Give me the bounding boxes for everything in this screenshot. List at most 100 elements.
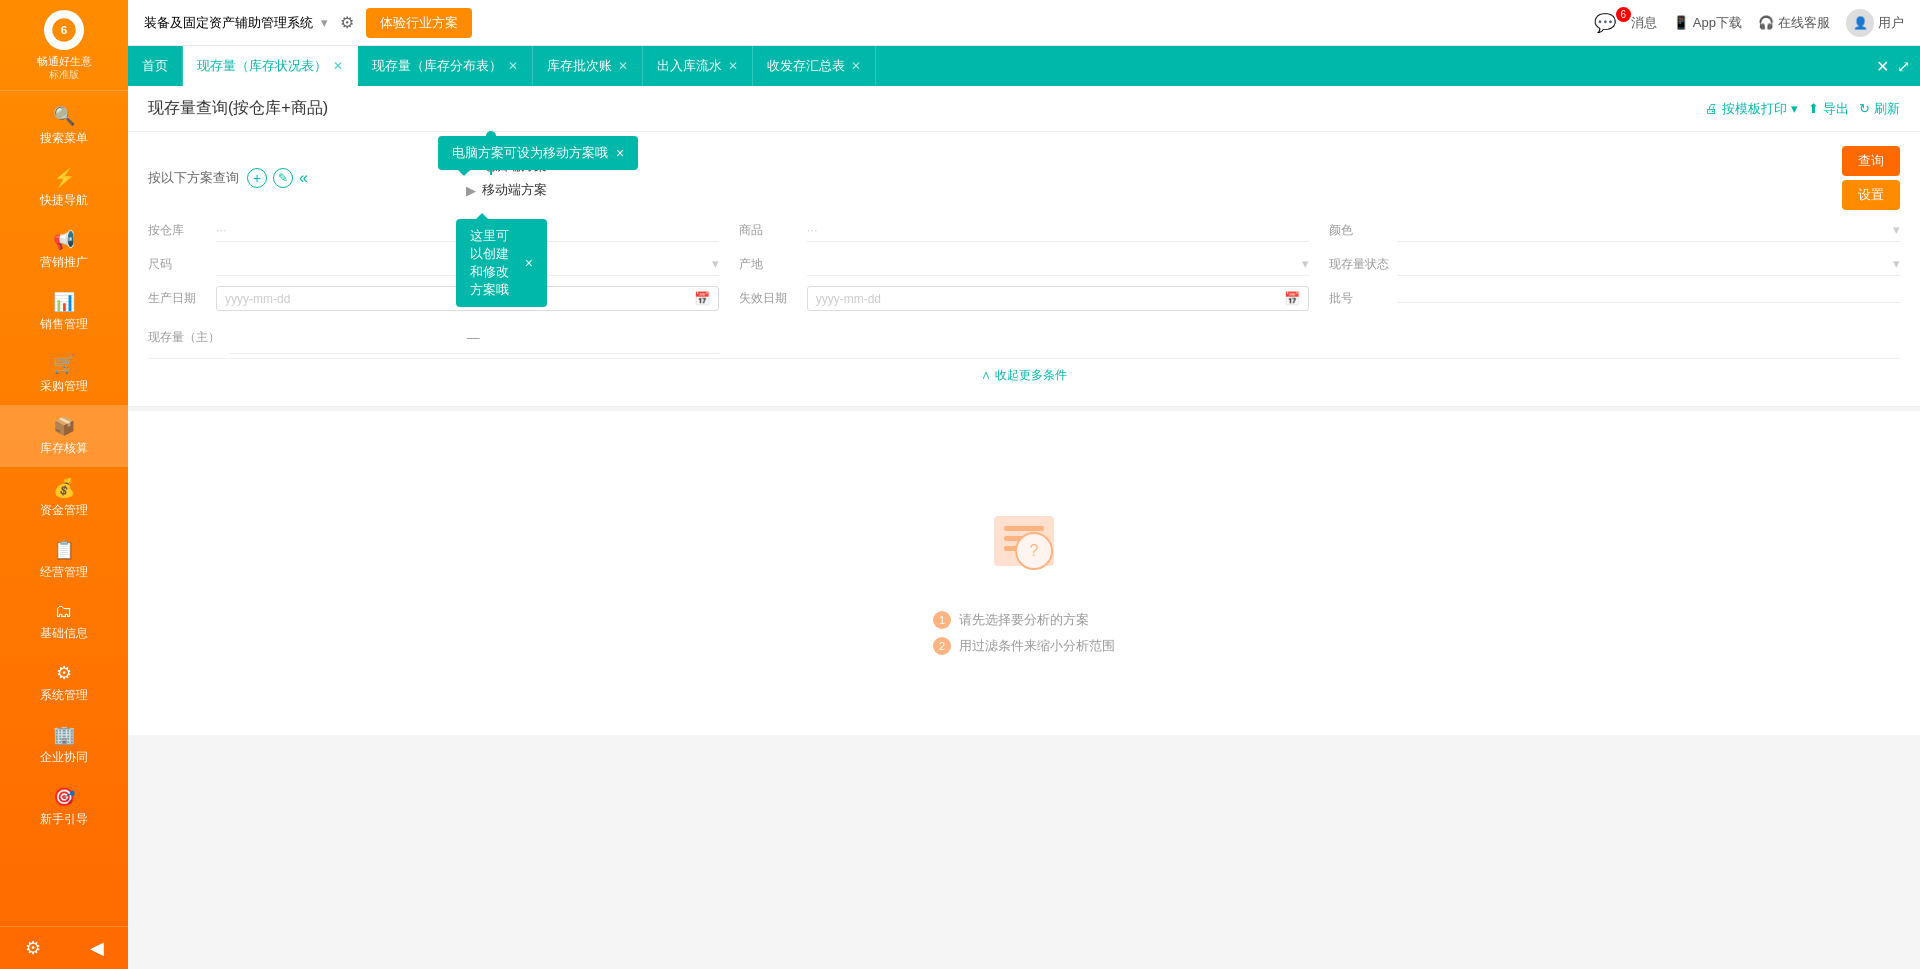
tab-inventory-status[interactable]: 现存量（库存状况表） ✕ xyxy=(183,46,358,86)
sidebar-item-purchase[interactable]: 🛒 采购管理 xyxy=(0,343,128,405)
stock-status-select-wrap[interactable]: ▾ xyxy=(1397,252,1900,276)
topbar-settings-icon[interactable]: ⚙ xyxy=(340,13,354,32)
filter-production-date: 生产日期 yyyy-mm-dd 📅 xyxy=(148,286,719,311)
topbar-support[interactable]: 🎧 在线客服 xyxy=(1758,14,1830,32)
sidebar-item-basics[interactable]: 🗂 基础信息 xyxy=(0,591,128,652)
batch-no-input[interactable] xyxy=(1397,294,1900,303)
reset-button[interactable]: 设置 xyxy=(1842,180,1900,210)
tab-inventory-status-label: 现存量（库存状况表） xyxy=(197,57,327,75)
avatar: 👤 xyxy=(1846,9,1874,37)
sidebar-item-label: 新手引导 xyxy=(40,811,88,828)
tab-collect-summary-close[interactable]: ✕ xyxy=(851,59,861,73)
step1-num: 1 xyxy=(933,611,951,629)
chevron-down-icon: ▾ xyxy=(321,15,328,30)
sidebar-item-operations[interactable]: 📋 经营管理 xyxy=(0,529,128,591)
print-button[interactable]: 🖨 按模板打印 ▾ xyxy=(1705,100,1798,118)
settings-bottom-icon[interactable]: ⚙ xyxy=(25,937,41,959)
tooltip1-close[interactable]: × xyxy=(616,145,624,161)
collapse-sidebar-icon[interactable]: ◀ xyxy=(90,937,104,959)
sidebar-item-search[interactable]: 🔍 搜索菜单 xyxy=(0,95,128,157)
tab-expand-icon[interactable]: ⤢ xyxy=(1897,57,1910,76)
filter-grid-row4: 现存量（主） — xyxy=(148,321,1900,354)
stock-status-label: 现存量状态 xyxy=(1329,256,1389,273)
logo-badge: 标准版 xyxy=(49,68,79,82)
tab-home-label: 首页 xyxy=(142,57,168,75)
empty-step1: 1 请先选择要分析的方案 xyxy=(933,611,1115,629)
arrow-left-icon[interactable]: « xyxy=(299,169,308,187)
tab-collect-summary-label: 收发存汇总表 xyxy=(767,57,845,75)
goods-input-wrap[interactable]: ··· xyxy=(807,218,1310,242)
filter-origin: 产地 ▾ xyxy=(739,252,1310,276)
tab-batch-account[interactable]: 库存批次账 ✕ xyxy=(533,46,643,86)
tab-batch-account-close[interactable]: ✕ xyxy=(618,59,628,73)
color-select-wrap[interactable]: ▾ xyxy=(1397,218,1900,242)
support-icon: 🎧 xyxy=(1758,15,1774,30)
tooltip2-close[interactable]: × xyxy=(525,255,533,271)
sidebar-item-shortcut[interactable]: ⚡ 快捷导航 xyxy=(0,157,128,219)
system-title-select[interactable]: 装备及固定资产辅助管理系统 ▾ xyxy=(144,14,328,32)
expiry-date-input[interactable]: yyyy-mm-dd 📅 xyxy=(807,286,1310,311)
step2-text: 用过滤条件来缩小分析范围 xyxy=(959,637,1115,655)
sidebar-item-label: 搜索菜单 xyxy=(40,130,88,147)
sidebar-item-inventory[interactable]: 📦 库存核算 xyxy=(0,405,128,467)
sidebar-item-system[interactable]: ⚙ 系统管理 xyxy=(0,652,128,714)
empty-steps: 1 请先选择要分析的方案 2 用过滤条件来缩小分析范围 xyxy=(933,611,1115,655)
search-button[interactable]: 查询 xyxy=(1842,146,1900,176)
print-arrow-icon: ▾ xyxy=(1791,101,1798,116)
mobile-scheme-item[interactable]: ▶ 移动端方案 xyxy=(466,181,547,199)
tab-in-out-flow-label: 出入库流水 xyxy=(657,57,722,75)
sidebar-item-label: 基础信息 xyxy=(40,625,88,642)
sidebar-item-label: 快捷导航 xyxy=(40,192,88,209)
page-header: 现存量查询(按仓库+商品) 🖨 按模板打印 ▾ ⬆ 导出 ↻ 刷新 xyxy=(128,86,1920,132)
stock-main-range: — xyxy=(228,321,719,354)
svg-rect-3 xyxy=(1004,526,1044,531)
origin-select-wrap[interactable]: ▾ xyxy=(807,252,1310,276)
goods-label: 商品 xyxy=(739,222,799,239)
tooltip2-text: 这里可以创建和修改方案哦 xyxy=(470,227,517,299)
tab-collect-summary[interactable]: 收发存汇总表 ✕ xyxy=(753,46,876,86)
sidebar-item-label: 采购管理 xyxy=(40,378,88,395)
connector-dot xyxy=(486,131,496,141)
mobile-scheme-arrow: ▶ xyxy=(466,183,476,198)
origin-label: 产地 xyxy=(739,256,799,273)
svg-text:6: 6 xyxy=(61,23,68,36)
stock-main-min-input[interactable] xyxy=(228,325,459,349)
stock-status-chevron-icon: ▾ xyxy=(1893,256,1900,271)
collapse-bar[interactable]: ∧ 收起更多条件 xyxy=(148,358,1900,392)
size-label: 尺码 xyxy=(148,256,208,273)
tab-inventory-dist[interactable]: 现存量（库存分布表） ✕ xyxy=(358,46,533,86)
tab-close-all-icon[interactable]: ✕ xyxy=(1876,57,1889,76)
print-icon: 🖨 xyxy=(1705,101,1718,116)
finance-icon: 💰 xyxy=(53,477,75,499)
search-btn-group: 查询 设置 xyxy=(1842,146,1900,210)
topbar-message[interactable]: 💬 6 消息 xyxy=(1594,12,1657,34)
topbar: 装备及固定资产辅助管理系统 ▾ ⚙ 体验行业方案 💬 6 消息 📱 App下载 … xyxy=(128,0,1920,46)
tab-home[interactable]: 首页 xyxy=(128,46,183,86)
tab-in-out-flow[interactable]: 出入库流水 ✕ xyxy=(643,46,753,86)
sidebar-item-enterprise[interactable]: 🏢 企业协同 xyxy=(0,714,128,776)
stock-main-max-input[interactable] xyxy=(488,325,719,349)
tab-inventory-dist-label: 现存量（库存分布表） xyxy=(372,57,502,75)
operations-icon: 📋 xyxy=(53,539,75,561)
sidebar-item-marketing[interactable]: 📢 营销推广 xyxy=(0,219,128,281)
refresh-button[interactable]: ↻ 刷新 xyxy=(1859,100,1900,118)
sidebar-item-sales[interactable]: 📊 销售管理 xyxy=(0,281,128,343)
topbar-user[interactable]: 👤 用户 xyxy=(1846,9,1904,37)
sidebar-item-label: 企业协同 xyxy=(40,749,88,766)
export-button[interactable]: ⬆ 导出 xyxy=(1808,100,1849,118)
app-download-label: App下载 xyxy=(1693,14,1742,32)
tab-inventory-status-close[interactable]: ✕ xyxy=(333,59,343,73)
tab-in-out-flow-close[interactable]: ✕ xyxy=(728,59,738,73)
warehouse-label: 按仓库 xyxy=(148,222,208,239)
sidebar-item-finance[interactable]: 💰 资金管理 xyxy=(0,467,128,529)
solution-button[interactable]: 体验行业方案 xyxy=(366,8,472,38)
tab-inventory-dist-close[interactable]: ✕ xyxy=(508,59,518,73)
edit-scheme-icon[interactable]: ✎ xyxy=(273,168,293,188)
sidebar-item-guide[interactable]: 🎯 新手引导 xyxy=(0,776,128,838)
collapse-up-icon: ∧ xyxy=(981,368,991,382)
sidebar-item-label: 营销推广 xyxy=(40,254,88,271)
filter-stock-main: 现存量（主） — xyxy=(148,321,719,354)
topbar-app-download[interactable]: 📱 App下载 xyxy=(1673,14,1742,32)
system-icon: ⚙ xyxy=(56,662,72,684)
add-scheme-icon[interactable]: + xyxy=(247,168,267,188)
